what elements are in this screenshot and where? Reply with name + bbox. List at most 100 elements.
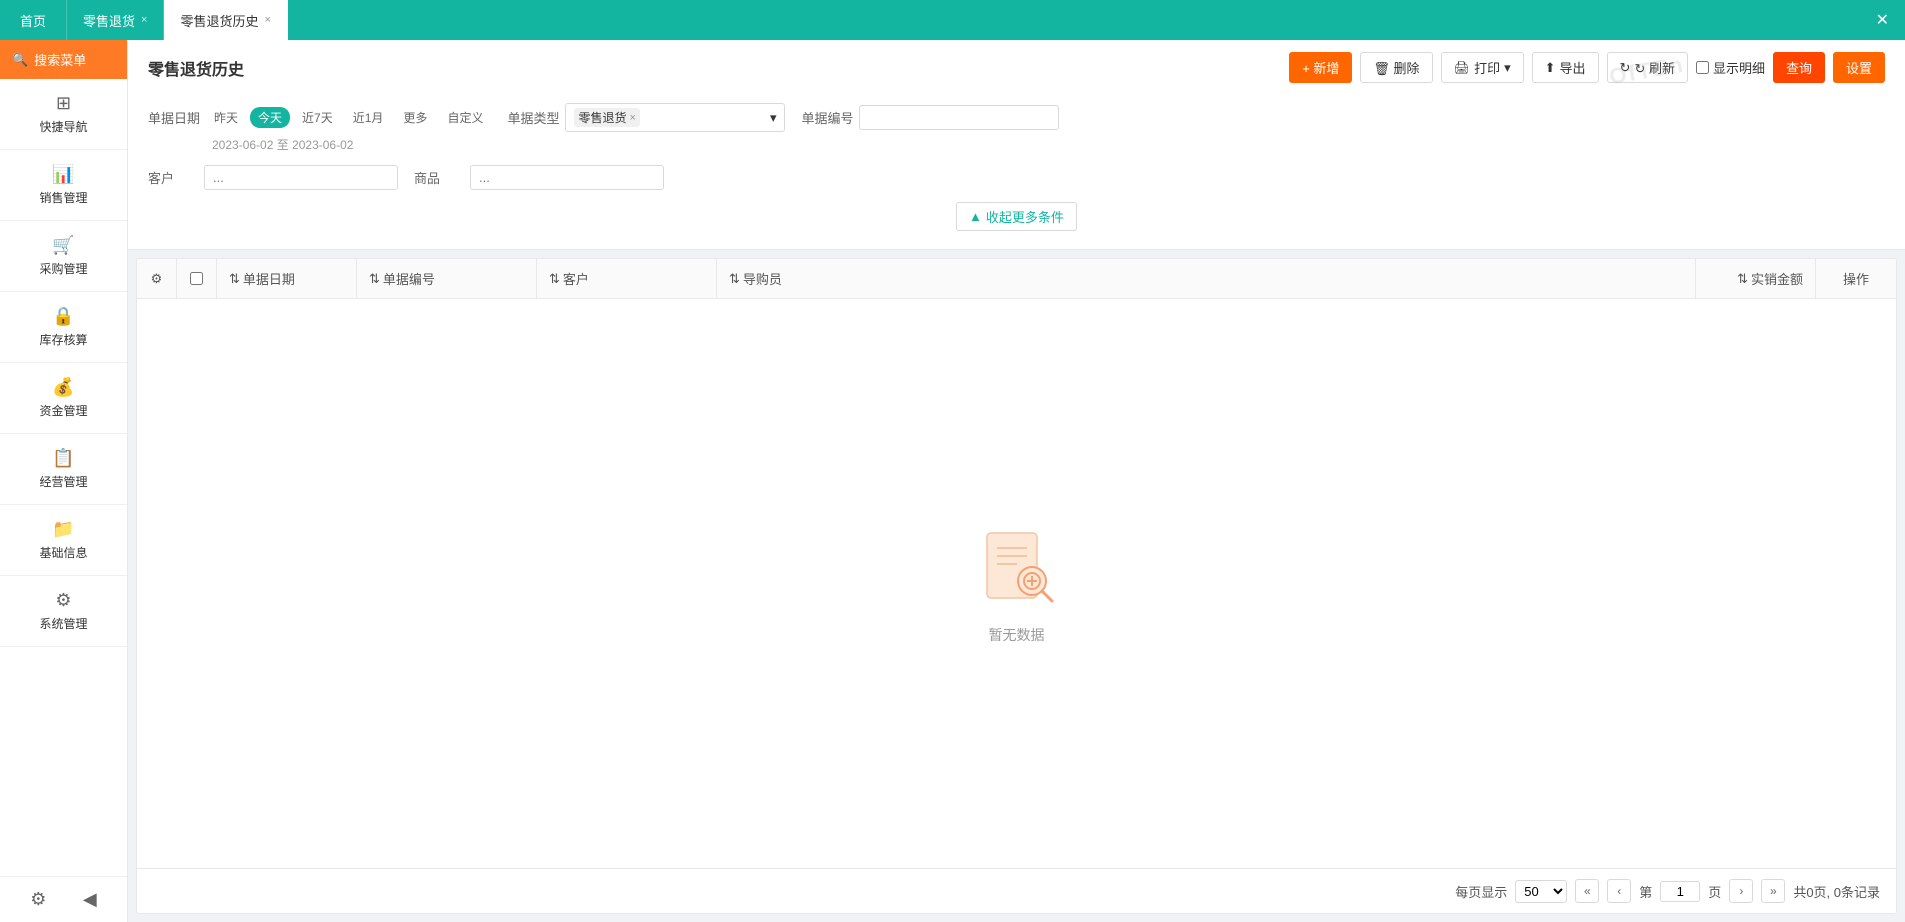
th-customer-text: 客户 — [563, 269, 589, 288]
th-date[interactable]: ⇅ 单据日期 — [217, 259, 357, 298]
customer-filter: 客户 — [148, 165, 398, 190]
sidebar-item-sales-mgmt[interactable]: 📊 销售管理 — [0, 150, 127, 221]
sidebar-item-sales-label: 销售管理 — [39, 189, 87, 206]
th-order-no[interactable]: ⇅ 单据编号 — [357, 259, 537, 298]
doc-type-tag-close[interactable]: × — [629, 112, 635, 124]
prev-page-icon: ‹ — [1617, 884, 1621, 898]
doc-type-dropdown-icon: ▾ — [770, 110, 777, 126]
sidebar-search[interactable]: 🔍 搜索菜单 — [0, 40, 127, 79]
last-page-button[interactable]: » — [1761, 879, 1785, 903]
collapse-sidebar-icon[interactable]: ◀ — [83, 889, 97, 910]
date-option-custom[interactable]: 自定义 — [439, 107, 491, 128]
sidebar-item-quick-nav-label: 快捷导航 — [39, 118, 87, 135]
date-option-1month[interactable]: 近1月 — [345, 107, 392, 128]
prev-page-button[interactable]: ‹ — [1607, 879, 1631, 903]
collapse-filter-button[interactable]: ▲ 收起更多条件 — [956, 202, 1077, 231]
last-page-icon: » — [1770, 884, 1777, 898]
tab-retail-return-label: 零售退货 — [83, 11, 135, 30]
th-amount[interactable]: ⇅ 实销金额 — [1696, 259, 1816, 298]
goods-input[interactable] — [470, 165, 664, 190]
tab-retail-return-history-label: 零售退货历史 — [180, 11, 258, 30]
doc-type-tag-text: 零售退货 — [578, 109, 626, 126]
show-detail-checkbox-label[interactable]: 显示明细 — [1696, 58, 1765, 77]
collapse-filter-label: 收起更多条件 — [986, 207, 1064, 226]
tab-bar: 首页 零售退货 × 零售退货历史 × — [0, 0, 1860, 40]
tab-home[interactable]: 首页 — [0, 0, 67, 40]
th-order-no-sort: ⇅ — [369, 271, 380, 287]
sidebar-item-inventory[interactable]: 🔒 库存核算 — [0, 292, 127, 363]
sidebar-item-sys-mgmt[interactable]: ⚙ 系统管理 — [0, 576, 127, 647]
customer-label: 客户 — [148, 168, 198, 187]
date-option-7days[interactable]: 近7天 — [294, 107, 341, 128]
customer-input[interactable] — [204, 165, 398, 190]
sidebar-search-label: 搜索菜单 — [34, 50, 86, 69]
goods-filter: 商品 — [414, 165, 664, 190]
date-options: 昨天 今天 近7天 近1月 更多 自定义 — [206, 107, 491, 128]
date-filter-label: 单据日期 — [148, 108, 200, 127]
export-button[interactable]: ⬆ 导出 — [1532, 52, 1599, 83]
tab-home-label: 首页 — [20, 11, 46, 30]
page-label-prefix: 第 — [1639, 882, 1652, 901]
date-filter: 单据日期 昨天 今天 近7天 近1月 更多 自定义 — [148, 107, 491, 128]
page-title-row: 零售退货历史 + 新增 🗑 删除 🖨 打印 ▾ ⬆ 导出 ↻ — [148, 52, 1885, 83]
next-page-button[interactable]: › — [1729, 879, 1753, 903]
page-size-select[interactable]: 10 20 50 100 — [1515, 880, 1567, 903]
empty-illustration — [972, 523, 1062, 613]
date-option-more[interactable]: 更多 — [395, 107, 435, 128]
sidebar-item-quick-nav[interactable]: ⊞ 快捷导航 — [0, 79, 127, 150]
purchase-icon: 🛒 — [52, 235, 74, 256]
tab-retail-return-close[interactable]: × — [141, 14, 147, 26]
delete-button[interactable]: 🗑 删除 — [1360, 52, 1432, 83]
sidebar-bottom: ⚙ ◀ — [0, 876, 127, 922]
sidebar-item-biz[interactable]: 📋 经营管理 — [0, 434, 127, 505]
th-checkbox[interactable] — [177, 259, 217, 298]
refresh-button[interactable]: ↻ ↻ 刷新 — [1607, 52, 1688, 83]
th-date-label: ⇅ — [229, 271, 240, 287]
th-customer[interactable]: ⇅ 客户 — [537, 259, 717, 298]
th-action: 操作 — [1816, 259, 1896, 298]
sidebar-item-purchase-mgmt[interactable]: 🛒 采购管理 — [0, 221, 127, 292]
query-button[interactable]: 查询 — [1773, 52, 1825, 83]
quick-nav-icon: ⊞ — [56, 93, 71, 114]
sidebar-item-base-info[interactable]: 📁 基础信息 — [0, 505, 127, 576]
new-button[interactable]: + 新增 — [1289, 52, 1352, 83]
th-guide[interactable]: ⇅ 导购员 — [717, 259, 1696, 298]
th-amount-text: 实销金额 — [1751, 269, 1803, 288]
toolbar: + 新增 🗑 删除 🖨 打印 ▾ ⬆ 导出 ↻ ↻ 刷新 — [1289, 52, 1885, 83]
filter-row-2: 客户 商品 — [148, 157, 1885, 198]
window-close-button[interactable]: ✕ — [1860, 10, 1905, 30]
show-detail-label: 显示明细 — [1713, 58, 1765, 77]
export-icon: ⬆ — [1545, 60, 1556, 76]
date-option-yesterday[interactable]: 昨天 — [206, 107, 246, 128]
th-amount-sort: ⇅ — [1737, 271, 1748, 287]
page-size-label: 每页显示 — [1455, 882, 1507, 901]
tab-retail-return[interactable]: 零售退货 × — [67, 0, 164, 40]
sidebar-item-base-label: 基础信息 — [39, 544, 87, 561]
print-button[interactable]: 🖨 打印 ▾ — [1441, 52, 1524, 83]
sidebar-item-finance[interactable]: 💰 资金管理 — [0, 363, 127, 434]
main-layout: 🔍 搜索菜单 ⊞ 快捷导航 📊 销售管理 🛒 采购管理 🔒 库存核算 💰 资金管… — [0, 40, 1905, 922]
tab-retail-return-history-close[interactable]: × — [264, 14, 270, 26]
table-container: ⚙ ⇅ 单据日期 ⇅ 单据编号 ⇅ 客户 ⇅ — [136, 258, 1897, 914]
date-option-today[interactable]: 今天 — [250, 107, 290, 128]
settings-gear-icon[interactable]: ⚙ — [30, 889, 46, 910]
sidebar-item-sys-label: 系统管理 — [39, 615, 87, 632]
setting-button[interactable]: 设置 — [1833, 52, 1885, 83]
show-detail-checkbox[interactable] — [1696, 61, 1709, 74]
tab-retail-return-history[interactable]: 零售退货历史 × — [164, 0, 287, 40]
sidebar-item-biz-label: 经营管理 — [39, 473, 87, 490]
refresh-label: ↻ 刷新 — [1634, 58, 1675, 77]
content-area: 零售退货历史 + 新增 🗑 删除 🖨 打印 ▾ ⬆ 导出 ↻ — [128, 40, 1905, 922]
current-page-input[interactable] — [1660, 881, 1700, 902]
sidebar: 🔍 搜索菜单 ⊞ 快捷导航 📊 销售管理 🛒 采购管理 🔒 库存核算 💰 资金管… — [0, 40, 128, 922]
doc-type-select[interactable]: 零售退货 × ▾ — [565, 103, 785, 132]
th-customer-sort: ⇅ — [549, 271, 560, 287]
first-page-button[interactable]: « — [1575, 879, 1599, 903]
th-date-text: 单据日期 — [243, 269, 295, 288]
print-label: 打印 — [1474, 58, 1500, 77]
select-all-checkbox[interactable] — [190, 272, 203, 285]
export-label: 导出 — [1560, 58, 1586, 77]
base-info-icon: 📁 — [52, 519, 74, 540]
doc-no-input[interactable] — [859, 105, 1059, 130]
th-settings[interactable]: ⚙ — [137, 259, 177, 298]
